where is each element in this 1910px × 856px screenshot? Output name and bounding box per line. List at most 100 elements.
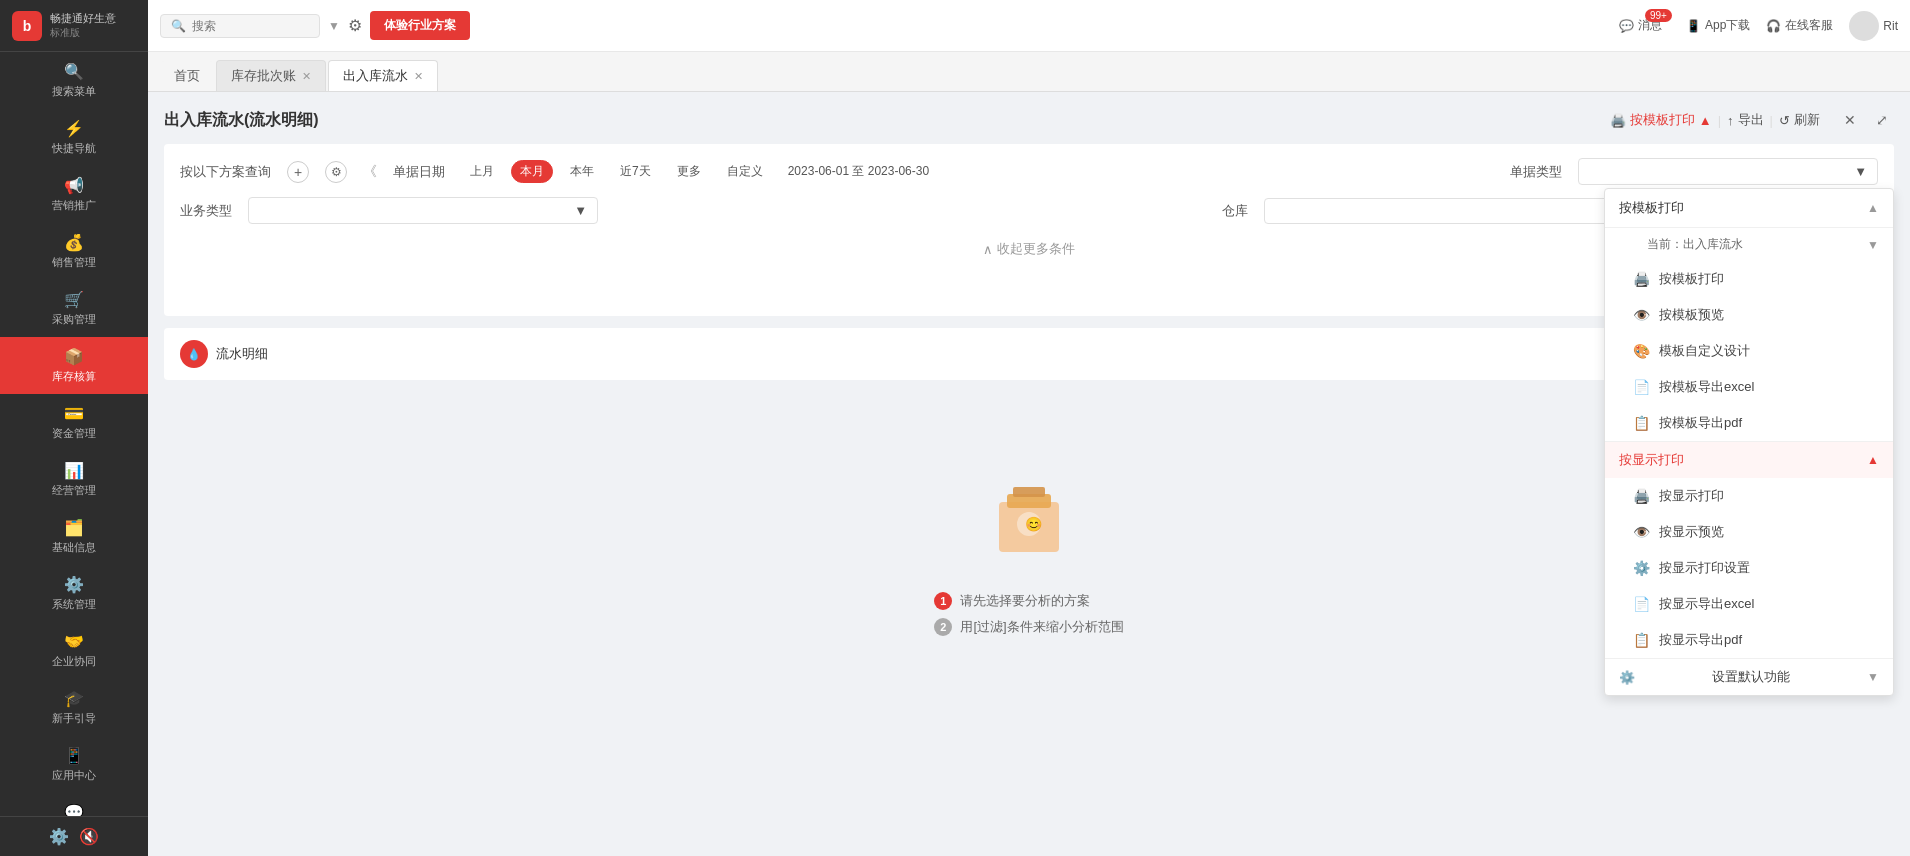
sidebar-item-inventory[interactable]: 📦 库存核算 [0, 337, 148, 394]
tab-home[interactable]: 首页 [160, 61, 214, 91]
printer-dd-icon: 🖨️ [1633, 271, 1649, 287]
eye2-dd-icon: 👁️ [1633, 524, 1649, 540]
step-1-text: 请先选择要分析的方案 [960, 592, 1090, 610]
gear2-dd-icon: ⚙️ [1633, 560, 1649, 576]
dropdown-current-item[interactable]: 当前：出入库流水 ▼ [1605, 228, 1893, 261]
display-print-chevron: ▲ [1867, 453, 1879, 467]
sidebar-item-collab[interactable]: 🤝 企业协同 [0, 622, 148, 679]
warehouse-label: 仓库 [1222, 202, 1248, 220]
box-icon: 📦 [64, 347, 84, 366]
sidebar-logo: b 畅捷通好生意 标准版 [0, 0, 148, 52]
dropdown-item-display-pdf[interactable]: 📋 按显示导出pdf [1605, 622, 1893, 658]
app-download-action[interactable]: 📱 App下载 [1686, 17, 1750, 34]
display-print-sub-header[interactable]: 按显示打印 ▲ [1605, 442, 1893, 478]
date-last-month-btn[interactable]: 上月 [461, 160, 503, 183]
dropdown-item-display-print[interactable]: 🖨️ 按显示打印 [1605, 478, 1893, 514]
doc-type-label: 单据类型 [1510, 163, 1562, 181]
date-more-btn[interactable]: 更多 [668, 160, 710, 183]
current-label: 当前：出入库流水 [1647, 236, 1743, 253]
sidebar-item-marketing[interactable]: 📢 营销推广 [0, 166, 148, 223]
message-action[interactable]: 💬 消息 99+ [1619, 17, 1662, 34]
sidebar-item-wechat[interactable]: 💬 企业微信 [0, 793, 148, 816]
logo-icon: b [12, 11, 42, 41]
sidebar-item-search[interactable]: 🔍 搜索菜单 [0, 52, 148, 109]
search-input[interactable] [192, 19, 292, 33]
date-this-year-btn[interactable]: 本年 [561, 160, 603, 183]
sidebar-item-quick-nav[interactable]: ⚡ 快捷导航 [0, 109, 148, 166]
batch-account-close-icon[interactable]: ✕ [302, 70, 311, 83]
dropdown-item-export-pdf[interactable]: 📋 按模板导出pdf [1605, 405, 1893, 441]
footer-label: 设置默认功能 [1712, 668, 1790, 686]
chat-icon: 💬 [64, 803, 84, 816]
dd-custom-design-label: 模板自定义设计 [1659, 342, 1750, 360]
topbar-chevron-icon[interactable]: ▼ [328, 19, 340, 33]
sidebar-item-sales[interactable]: 💰 销售管理 [0, 223, 148, 280]
tabbar: 首页 库存批次账 ✕ 出入库流水 ✕ [148, 52, 1910, 92]
dropdown-item-export-excel[interactable]: 📄 按模板导出excel [1605, 369, 1893, 405]
mobile-icon: 📱 [64, 746, 84, 765]
sidebar-item-finance[interactable]: 💳 资金管理 [0, 394, 148, 451]
pdf2-dd-icon: 📋 [1633, 632, 1649, 648]
search-icon: 🔍 [64, 62, 84, 81]
topbar-search-box[interactable]: 🔍 [160, 14, 320, 38]
dropdown-item-template-preview[interactable]: 👁️ 按模板预览 [1605, 297, 1893, 333]
logo-name: 畅捷通好生意 [50, 11, 116, 25]
main-area: 🔍 ▼ ⚙ 体验行业方案 💬 消息 99+ 📱 App下载 🎧 在 [148, 0, 1910, 856]
page-content: 出入库流水(流水明细) 🖨️ 按模板打印 ▲ | ↑ 导出 | [148, 92, 1910, 856]
dropdown-item-template-print[interactable]: 🖨️ 按模板打印 [1605, 261, 1893, 297]
sidebar-item-system[interactable]: ⚙️ 系统管理 [0, 565, 148, 622]
date-this-month-btn[interactable]: 本月 [511, 160, 553, 183]
business-type-select[interactable]: ▼ [248, 197, 598, 224]
topbar-gear-icon[interactable]: ⚙ [348, 16, 362, 35]
tab-batch-account[interactable]: 库存批次账 ✕ [216, 60, 326, 91]
template-print-dropdown: 按模板打印 ▲ 当前：出入库流水 ▼ 🖨️ 按模板打印 👁️ 按模板预览 [1604, 188, 1894, 696]
filter-settings-btn[interactable]: ⚙ [325, 161, 347, 183]
dd-display-excel-label: 按显示导出excel [1659, 595, 1754, 613]
sidebar-item-basic[interactable]: 🗂️ 基础信息 [0, 508, 148, 565]
sidebar-label-collab: 企业协同 [52, 654, 96, 669]
sidebar-label-operations: 经营管理 [52, 483, 96, 498]
stream-icon: 💧 [180, 340, 208, 368]
step-1-number: 1 [934, 592, 952, 610]
sidebar-item-operations[interactable]: 📊 经营管理 [0, 451, 148, 508]
handshake-icon: 🤝 [64, 632, 84, 651]
export-btn[interactable]: ↑ 导出 [1727, 111, 1764, 129]
dropdown-item-custom-design[interactable]: 🎨 模板自定义设计 [1605, 333, 1893, 369]
dropdown-footer[interactable]: ⚙️ 设置默认功能 ▼ [1605, 659, 1893, 695]
filter-collapse-btn[interactable]: 《 [363, 163, 377, 181]
flow-close-icon[interactable]: ✕ [414, 70, 423, 83]
printer2-dd-icon: 🖨️ [1633, 488, 1649, 504]
filter-add-btn[interactable]: + [287, 161, 309, 183]
date-7days-btn[interactable]: 近7天 [611, 160, 660, 183]
maximize-window-btn[interactable]: ⤢ [1870, 108, 1894, 132]
mute-icon[interactable]: 🔇 [79, 827, 99, 846]
dd-display-pdf-label: 按显示导出pdf [1659, 631, 1742, 649]
dd-template-print-label: 按模板打印 [1659, 270, 1724, 288]
date-custom-btn[interactable]: 自定义 [718, 160, 772, 183]
dropdown-header-chevron[interactable]: ▲ [1867, 201, 1879, 215]
dropdown-item-display-excel[interactable]: 📄 按显示导出excel [1605, 586, 1893, 622]
card-icon: 💳 [64, 404, 84, 423]
dropdown-item-display-preview[interactable]: 👁️ 按显示预览 [1605, 514, 1893, 550]
sidebar-label-quick-nav: 快捷导航 [52, 141, 96, 156]
dd-display-print-label: 按显示打印 [1659, 487, 1724, 505]
batch-account-label: 库存批次账 [231, 67, 296, 85]
folder-icon: 🗂️ [64, 518, 84, 537]
close-window-btn[interactable]: ✕ [1838, 108, 1862, 132]
doc-type-select[interactable]: ▼ [1578, 158, 1878, 185]
separator2: | [1770, 113, 1773, 128]
topbar-actions: 💬 消息 99+ 📱 App下载 🎧 在线客服 Rit [1619, 11, 1898, 41]
sidebar-item-apps[interactable]: 📱 应用中心 [0, 736, 148, 793]
user-action[interactable]: Rit [1849, 11, 1898, 41]
dropdown-item-display-print-settings[interactable]: ⚙️ 按显示打印设置 [1605, 550, 1893, 586]
sidebar-item-purchase[interactable]: 🛒 采购管理 [0, 280, 148, 337]
trial-btn[interactable]: 体验行业方案 [370, 11, 470, 40]
template-print-btn[interactable]: 🖨️ 按模板打印 ▲ [1610, 111, 1712, 129]
sidebar-item-guide[interactable]: 🎓 新手引导 [0, 679, 148, 736]
online-service-action[interactable]: 🎧 在线客服 [1766, 17, 1833, 34]
tab-flow[interactable]: 出入库流水 ✕ [328, 60, 438, 91]
settings-bottom-icon[interactable]: ⚙️ [49, 827, 69, 846]
collapse-more-btn[interactable]: ∧ 收起更多条件 [979, 236, 1079, 262]
dd-display-settings-label: 按显示打印设置 [1659, 559, 1750, 577]
refresh-btn[interactable]: ↺ 刷新 [1779, 111, 1820, 129]
